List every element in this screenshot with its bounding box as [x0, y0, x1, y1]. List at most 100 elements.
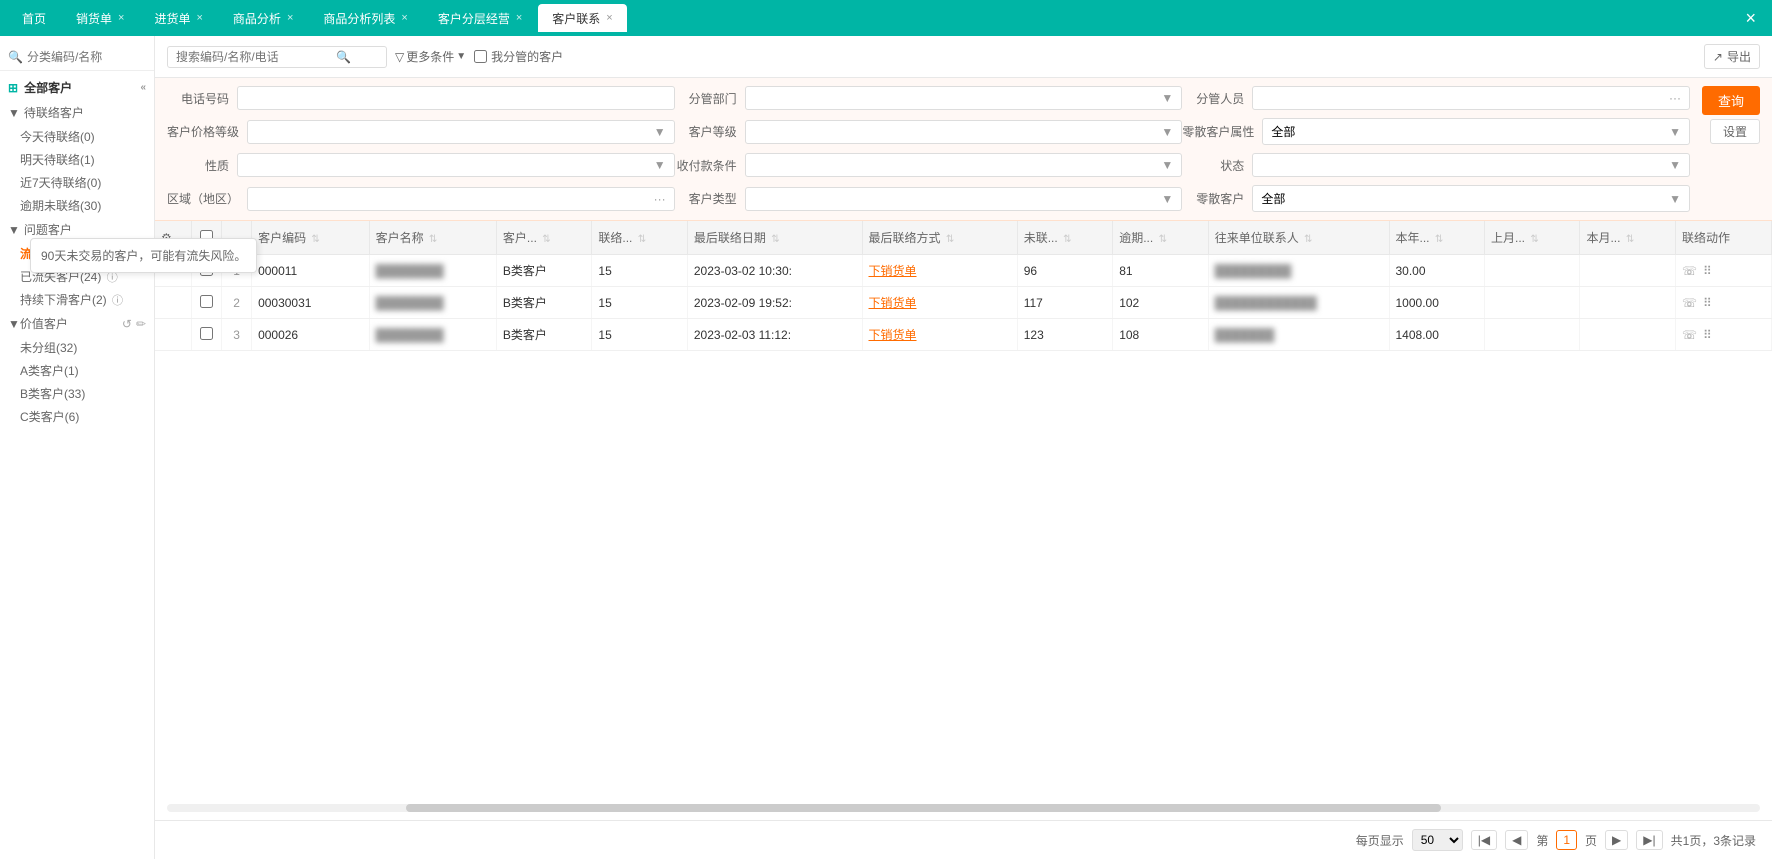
filter-customer-level-select[interactable]: ▼ — [745, 120, 1183, 144]
contact-icon-1[interactable]: ☏ — [1682, 264, 1697, 278]
filter-region-select[interactable]: ··· — [247, 187, 675, 211]
search-input[interactable] — [176, 50, 336, 64]
filter-payment-select[interactable]: ▼ — [745, 153, 1183, 177]
sort-icon7: ⇅ — [1063, 234, 1071, 245]
th-last-month[interactable]: 上月... ⇅ — [1484, 221, 1579, 255]
edit-icon[interactable]: ✏ — [136, 317, 146, 331]
tab-home[interactable]: 首页 — [8, 4, 60, 32]
td-last-method-2[interactable]: 下销货单 — [862, 287, 1017, 319]
sidebar-item-class-a[interactable]: A类客户(1) — [0, 359, 154, 382]
filter-region-dots[interactable]: ··· — [654, 192, 666, 206]
filter-dept-select[interactable]: ▼ — [745, 86, 1183, 110]
th-contact[interactable]: 联络... ⇅ — [592, 221, 687, 255]
sidebar-group-value[interactable]: ▼ 价值客户 ↺ ✏ — [0, 311, 154, 336]
tab-product-list[interactable]: 商品分析列表 × — [309, 4, 421, 32]
th-type[interactable]: 客户... ⇅ — [496, 221, 591, 255]
info-icon2: ⓘ — [112, 295, 123, 307]
td-action-2: ☏ ⠿ — [1675, 287, 1771, 319]
sidebar-search-input[interactable] — [27, 50, 146, 64]
my-customers-checkbox-wrap[interactable]: 我分管的客户 — [474, 48, 563, 65]
tab-bar: 首页 销货单 × 进货单 × 商品分析 × 商品分析列表 × 客户分层经营 × … — [0, 0, 1772, 36]
current-page: 1 — [1556, 830, 1577, 850]
filter-status-select[interactable]: ▼ — [1252, 153, 1690, 177]
last-method-link-3[interactable]: 下销货单 — [869, 328, 917, 342]
tab-sales[interactable]: 销货单 × — [62, 4, 138, 32]
last-method-link-2[interactable]: 下销货单 — [869, 296, 917, 310]
filter-retail-attr-label: 零散客户属性 — [1182, 123, 1262, 140]
tab-purchase[interactable]: 进货单 × — [140, 4, 216, 32]
sidebar-all-customers[interactable]: ⊞ 全部客户 « — [0, 71, 154, 100]
more-conditions-btn[interactable]: ▽ 更多条件 ▼ — [395, 48, 466, 65]
th-unlisted[interactable]: 未联... ⇅ — [1017, 221, 1112, 255]
tab-close-product-analysis[interactable]: × — [287, 12, 293, 24]
th-overdue[interactable]: 逾期... ⇅ — [1113, 221, 1208, 255]
refresh-icon[interactable]: ↺ — [122, 317, 132, 331]
tab-close-customer-layer[interactable]: × — [516, 12, 522, 24]
first-page-btn[interactable]: |◀ — [1471, 830, 1497, 850]
td-unit-2: ████████████ — [1208, 287, 1389, 319]
td-last-method-3[interactable]: 下销货单 — [862, 319, 1017, 351]
export-button[interactable]: ↗ 导出 — [1704, 44, 1760, 69]
more-icon-3[interactable]: ⠿ — [1703, 328, 1712, 342]
th-last-date[interactable]: 最后联络日期 ⇅ — [687, 221, 862, 255]
sidebar-item-class-c[interactable]: C类客户(6) — [0, 405, 154, 428]
filter-manager-dots[interactable]: ··· — [1669, 91, 1681, 105]
scroll-track[interactable] — [167, 804, 1760, 812]
filter-retail-customer-select[interactable]: 全部 ▼ — [1252, 185, 1690, 212]
filter-retail-attr-select[interactable]: 全部 ▼ — [1262, 118, 1690, 145]
contact-icon-2[interactable]: ☏ — [1682, 296, 1697, 310]
td-last-month-1 — [1484, 255, 1579, 287]
filter-manager-select[interactable]: ··· — [1252, 86, 1690, 110]
window-close-icon[interactable]: × — [1737, 8, 1764, 29]
filter-customer-type-select[interactable]: ▼ — [745, 187, 1183, 211]
last-method-link-1[interactable]: 下销货单 — [869, 264, 917, 278]
tab-customer-contact[interactable]: 客户联系 × — [538, 4, 626, 32]
td-checkbox-2[interactable] — [192, 287, 222, 319]
tab-customer-layer[interactable]: 客户分层经营 × — [424, 4, 536, 32]
th-code[interactable]: 客户编码 ⇅ — [252, 221, 370, 255]
filter-phone-input[interactable] — [237, 86, 675, 110]
filter-price-select[interactable]: ▼ — [247, 120, 675, 144]
row2-checkbox[interactable] — [200, 295, 213, 308]
td-last-method-1[interactable]: 下销货单 — [862, 255, 1017, 287]
sidebar-item-7days[interactable]: 近7天待联络(0) — [0, 171, 154, 194]
last-page-btn[interactable]: ▶| — [1636, 830, 1662, 850]
row3-checkbox[interactable] — [200, 327, 213, 340]
sidebar-item-class-b[interactable]: B类客户(33) — [0, 382, 154, 405]
per-page-label: 每页显示 — [1356, 832, 1404, 849]
tab-close-purchase[interactable]: × — [196, 12, 202, 24]
settings-button[interactable]: 设置 — [1710, 119, 1760, 144]
sidebar-item-declining[interactable]: 持续下滑客户(2) ⓘ — [0, 288, 154, 311]
sort-icon8: ⇅ — [1159, 234, 1167, 245]
th-last-method[interactable]: 最后联络方式 ⇅ — [862, 221, 1017, 255]
query-button[interactable]: 查询 — [1702, 86, 1760, 115]
td-checkbox-3[interactable] — [192, 319, 222, 351]
sidebar-item-today[interactable]: 今天待联络(0) — [0, 125, 154, 148]
tab-product-analysis[interactable]: 商品分析 × — [219, 4, 307, 32]
th-unit-contact[interactable]: 往来单位联系人 ⇅ — [1208, 221, 1389, 255]
tab-close-sales[interactable]: × — [118, 12, 124, 24]
tab-close-customer-contact[interactable]: × — [606, 12, 612, 24]
filter-customer-level: 客户等级 ▼ — [675, 120, 1183, 144]
prev-page-btn[interactable]: ◀ — [1505, 830, 1528, 850]
sidebar-item-overdue[interactable]: 逾期未联络(30) — [0, 194, 154, 217]
next-page-btn[interactable]: ▶ — [1605, 830, 1628, 850]
tab-close-product-list[interactable]: × — [401, 12, 407, 24]
th-this-month[interactable]: 本月... ⇅ — [1580, 221, 1675, 255]
sidebar-item-tomorrow[interactable]: 明天待联络(1) — [0, 148, 154, 171]
more-icon-1[interactable]: ⠿ — [1703, 264, 1712, 278]
sort-icon2: ⇅ — [429, 234, 437, 245]
filter-nature-select[interactable]: ▼ — [237, 153, 675, 177]
table-row: 1 000011 ████████ B类客户 15 2023-03-02 10:… — [155, 255, 1772, 287]
th-name[interactable]: 客户名称 ⇅ — [369, 221, 496, 255]
sidebar-collapse-icon[interactable]: « — [140, 82, 146, 93]
sidebar-item-ungrouped[interactable]: 未分组(32) — [0, 336, 154, 359]
scroll-thumb[interactable] — [406, 804, 1441, 812]
contact-icon-3[interactable]: ☏ — [1682, 328, 1697, 342]
more-icon-2[interactable]: ⠿ — [1703, 296, 1712, 310]
search-icon-main[interactable]: 🔍 — [336, 50, 351, 64]
my-customers-checkbox[interactable] — [474, 50, 487, 63]
per-page-select[interactable]: 50 20 100 — [1412, 829, 1463, 851]
sidebar-group-pending[interactable]: ▼ 待联络客户 — [0, 100, 154, 125]
th-this-year[interactable]: 本年... ⇅ — [1389, 221, 1484, 255]
